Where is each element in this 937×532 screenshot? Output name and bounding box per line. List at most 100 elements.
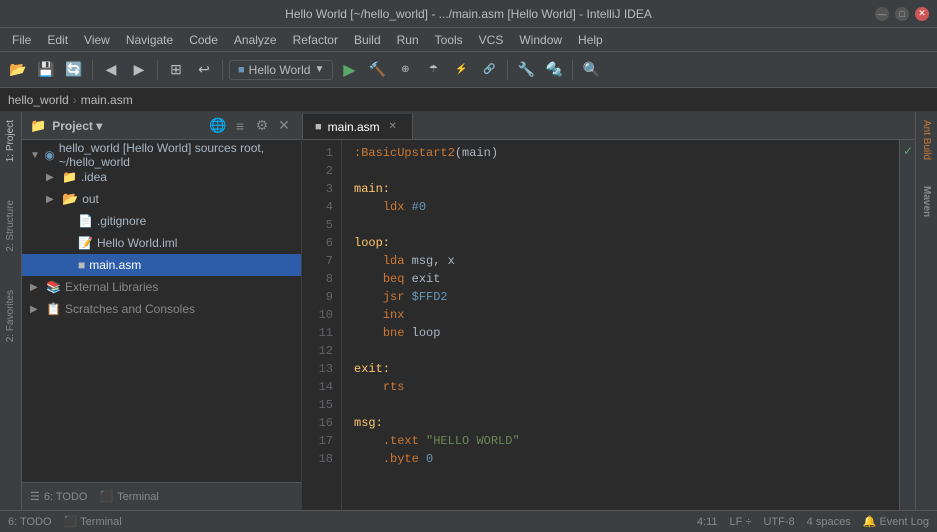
tool1-button[interactable]: 🔧 xyxy=(514,58,538,82)
minimize-button[interactable]: — xyxy=(875,7,889,21)
run-config-icon: ■ xyxy=(238,64,245,76)
menu-code[interactable]: Code xyxy=(181,31,226,49)
line-num-7: 7 xyxy=(302,252,333,270)
code-line-4: ldx #0 xyxy=(354,198,887,216)
tree-label-root: hello_world [Hello World] sources root, … xyxy=(59,141,301,169)
tab-close-main-asm[interactable]: ✕ xyxy=(386,120,400,134)
save-button[interactable]: 💾 xyxy=(34,58,58,82)
maximize-button[interactable]: □ xyxy=(895,7,909,21)
menu-vcs[interactable]: VCS xyxy=(471,31,512,49)
back-button[interactable]: ◀ xyxy=(99,58,123,82)
coverage-button[interactable]: ☂ xyxy=(421,58,445,82)
code-line-17: .text "HELLO WORLD" xyxy=(354,432,887,450)
tree-item-gitignore[interactable]: ▶ 📄 .gitignore xyxy=(22,210,301,232)
status-todo[interactable]: 6: TODO xyxy=(8,516,52,528)
line-num-6: 6 xyxy=(302,234,333,252)
breadcrumb-project[interactable]: hello_world xyxy=(8,93,69,107)
menu-window[interactable]: Window xyxy=(511,31,570,49)
menu-help[interactable]: Help xyxy=(570,31,611,49)
window-controls: — □ ✕ xyxy=(875,7,929,21)
project-icon-globe[interactable]: 🌐 xyxy=(209,117,227,135)
close-button[interactable]: ✕ xyxy=(915,7,929,21)
code-line-15 xyxy=(354,396,887,414)
separator-4 xyxy=(507,60,508,80)
tree-item-external-libs[interactable]: ▶ 📚 External Libraries xyxy=(22,276,301,298)
code-content[interactable]: :BasicUpstart2(main) main: ldx #0 loop: … xyxy=(342,140,899,510)
tree-label-scratches: Scratches and Consoles xyxy=(65,302,195,316)
project-header-icons: 🌐 ≡ ⚙ ✕ xyxy=(209,117,293,135)
folder-icon-out: 📂 xyxy=(62,191,78,207)
menu-file[interactable]: File xyxy=(4,31,39,49)
menu-run[interactable]: Run xyxy=(389,31,427,49)
project-icon-close[interactable]: ✕ xyxy=(275,117,293,135)
status-event-log[interactable]: 🔔 Event Log xyxy=(863,515,929,528)
project-header: 📁 Project ▾ 🌐 ≡ ⚙ ✕ xyxy=(22,112,301,140)
menu-build[interactable]: Build xyxy=(346,31,389,49)
editor-tab-main-asm[interactable]: ■ main.asm ✕ xyxy=(302,113,413,139)
left-strip: 1: Project 2: Structure 2: Favorites xyxy=(0,112,22,510)
profile-button[interactable]: ⚡ xyxy=(449,58,473,82)
tree-label-libs: External Libraries xyxy=(65,280,158,294)
terminal-status-icon: ⬛ xyxy=(64,516,78,528)
run-configuration[interactable]: ■ Hello World ▼ xyxy=(229,60,333,80)
status-line-ending[interactable]: LF ÷ xyxy=(730,516,752,528)
code-line-12 xyxy=(354,342,887,360)
menu-view[interactable]: View xyxy=(76,31,118,49)
menu-bar: File Edit View Navigate Code Analyze Ref… xyxy=(0,28,937,52)
ant-build-panel[interactable]: Ant Build xyxy=(919,116,934,164)
separator-5 xyxy=(572,60,573,80)
tree-item-root[interactable]: ▼ ◉ hello_world [Hello World] sources ro… xyxy=(22,144,301,166)
editor-area: ■ main.asm ✕ 1 2 3 4 5 6 7 8 9 10 11 12 … xyxy=(302,112,915,510)
breadcrumb-file[interactable]: main.asm xyxy=(81,93,133,107)
tree-item-scratches[interactable]: ▶ 📋 Scratches and Consoles xyxy=(22,298,301,320)
line-num-18: 18 xyxy=(302,450,333,468)
sidebar-label-favorites[interactable]: 2: Favorites xyxy=(3,286,18,346)
line-num-1: 1 xyxy=(302,144,333,162)
menu-navigate[interactable]: Navigate xyxy=(118,31,181,49)
undo-button[interactable]: ↩ xyxy=(192,58,216,82)
line-num-15: 15 xyxy=(302,396,333,414)
tree-item-main-asm[interactable]: ▶ ■ main.asm xyxy=(22,254,301,276)
attach-button[interactable]: 🔗 xyxy=(477,58,501,82)
tree-item-idea[interactable]: ▶ 📁 .idea xyxy=(22,166,301,188)
code-line-5 xyxy=(354,216,887,234)
sidebar-label-project[interactable]: 1: Project xyxy=(3,116,18,166)
tree-label-iml: Hello World.iml xyxy=(97,236,177,250)
footer-terminal[interactable]: ⬛ Terminal xyxy=(99,490,158,503)
libs-icon: 📚 xyxy=(46,280,61,294)
project-icon-settings[interactable]: ⚙ xyxy=(253,117,271,135)
tool2-button[interactable]: 🔩 xyxy=(542,58,566,82)
code-line-6: loop: xyxy=(354,234,887,252)
status-position[interactable]: 4:11 xyxy=(697,516,718,528)
menu-refactor[interactable]: Refactor xyxy=(285,31,346,49)
separator-1 xyxy=(92,60,93,80)
line-num-3: 3 xyxy=(302,180,333,198)
footer-todo[interactable]: ☰ 6: TODO xyxy=(30,490,87,503)
menu-tools[interactable]: Tools xyxy=(427,31,471,49)
chevron-libs: ▶ xyxy=(30,282,42,293)
open-button[interactable]: 📂 xyxy=(6,58,30,82)
project-panel: 📁 Project ▾ 🌐 ≡ ⚙ ✕ ▼ ◉ hello_world [Hel… xyxy=(22,112,302,510)
sync-button[interactable]: 🔄 xyxy=(62,58,86,82)
status-encoding[interactable]: UTF-8 xyxy=(763,516,794,528)
code-line-16: msg: xyxy=(354,414,887,432)
layout-button[interactable]: ⊞ xyxy=(164,58,188,82)
code-line-10: inx xyxy=(354,306,887,324)
maven-panel[interactable]: Maven xyxy=(919,182,934,221)
code-line-2 xyxy=(354,162,887,180)
status-indent[interactable]: 4 spaces xyxy=(807,516,851,528)
status-terminal[interactable]: ⬛ Terminal xyxy=(64,515,122,528)
menu-analyze[interactable]: Analyze xyxy=(226,31,285,49)
tree-item-out[interactable]: ▶ 📂 out xyxy=(22,188,301,210)
line-num-12: 12 xyxy=(302,342,333,360)
build-button[interactable]: 🔨 xyxy=(365,58,389,82)
sidebar-label-structure[interactable]: 2: Structure xyxy=(3,196,18,256)
search-button[interactable]: 🔍 xyxy=(579,58,603,82)
tree-item-iml[interactable]: ▶ 📝 Hello World.iml xyxy=(22,232,301,254)
menu-edit[interactable]: Edit xyxy=(39,31,76,49)
add-config-button[interactable]: ⊕ xyxy=(393,58,417,82)
project-icon-sort[interactable]: ≡ xyxy=(231,117,249,135)
code-line-1: :BasicUpstart2(main) xyxy=(354,144,887,162)
forward-button[interactable]: ▶ xyxy=(127,58,151,82)
run-button[interactable]: ▶ xyxy=(337,58,361,82)
